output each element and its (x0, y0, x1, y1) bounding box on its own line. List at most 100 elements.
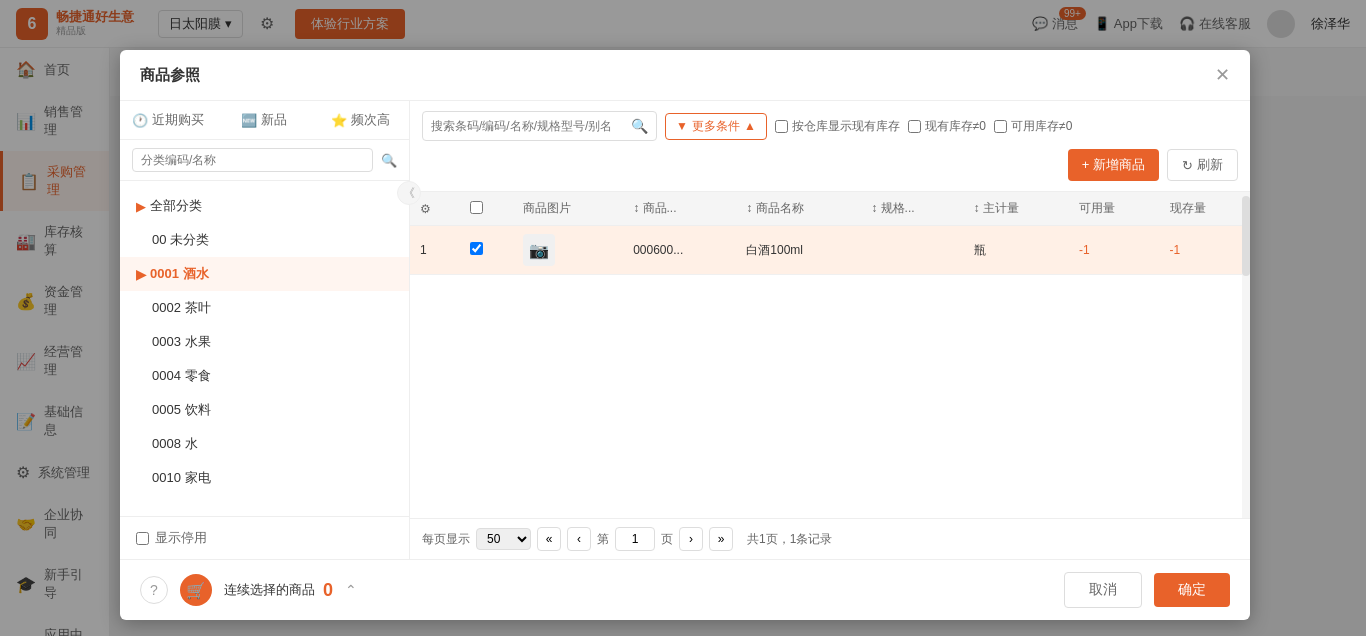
dialog-footer: ? 🛒 连续选择的商品 0 ⌃ 取消 确定 (120, 559, 1250, 620)
filter-icon: ▼ (676, 119, 688, 133)
checkbox-warehouse-input[interactable] (775, 120, 788, 133)
category-water[interactable]: 0008 水 (120, 427, 409, 461)
checkbox-warehouse-label: 按仓库显示现有库存 (792, 118, 900, 135)
category-appliances[interactable]: 0010 家电 (120, 461, 409, 495)
active-expand-icon: ▶ (136, 267, 146, 282)
checkbox-available-ne0-input[interactable] (994, 120, 1007, 133)
tab-frequent[interactable]: ⭐ 频次高 (313, 101, 409, 139)
col-code[interactable]: ↕ 商品... (623, 192, 736, 226)
col-stock-label: 现存量 (1170, 201, 1206, 215)
category-snacks[interactable]: 0004 零食 (120, 359, 409, 393)
col-name-label: 商品名称 (756, 201, 804, 215)
category-uncategorized-label: 00 未分类 (136, 231, 209, 249)
category-all[interactable]: ▶ 全部分类 (120, 189, 409, 223)
pagination: 每页显示 50 10 20 100 « ‹ 第 1 页 › » 共1页，1条记录 (410, 518, 1250, 559)
cart-icon: 🛒 (186, 581, 206, 600)
show-disabled: 显示停用 (120, 516, 409, 559)
page-suffix: 页 (661, 531, 673, 548)
prev-page-button[interactable]: ‹ (567, 527, 591, 551)
row-spec (861, 226, 963, 275)
checkbox-stock-ne0[interactable]: 现有库存≠0 (908, 118, 986, 135)
checkbox-stock-ne0-input[interactable] (908, 120, 921, 133)
scrollbar[interactable] (1242, 192, 1250, 518)
filter-button[interactable]: ▼ 更多条件 ▲ (665, 113, 767, 140)
category-snacks-label: 0004 零食 (136, 367, 211, 385)
show-disabled-label[interactable]: 显示停用 (155, 529, 207, 547)
sort-icon-name: ↕ (746, 201, 752, 215)
close-button[interactable]: ✕ (1215, 64, 1230, 86)
product-image: 📷 (523, 234, 555, 266)
col-unit[interactable]: ↕ 主计量 (964, 192, 1070, 226)
col-stock: 现存量 (1160, 192, 1251, 226)
row-select-checkbox[interactable] (470, 242, 483, 255)
row-image: 📷 (513, 226, 623, 275)
right-panel: 🔍 ▼ 更多条件 ▲ 按仓库显示现有库存 现有库存≠0 可用库存≠0 (410, 101, 1250, 559)
row-name: 白酒100ml (736, 226, 861, 275)
toolbar: 🔍 ▼ 更多条件 ▲ 按仓库显示现有库存 现有库存≠0 可用库存≠0 (410, 101, 1250, 192)
category-uncategorized[interactable]: 00 未分类 (120, 223, 409, 257)
dialog-header: 商品参照 ✕ (120, 50, 1250, 101)
collapse-button[interactable]: 《 (397, 181, 421, 205)
tab-recent-label: 近期购买 (152, 111, 204, 129)
search-button[interactable]: 🔍 (623, 118, 656, 134)
refresh-icon: ↻ (1182, 158, 1193, 173)
category-alcohol[interactable]: ▶ 0001 酒水 (120, 257, 409, 291)
sort-icon-code: ↕ (633, 201, 639, 215)
col-available: 可用量 (1069, 192, 1159, 226)
settings-icon[interactable]: ⚙ (420, 202, 431, 216)
confirm-button[interactable]: 确定 (1154, 573, 1230, 607)
help-button[interactable]: ? (140, 576, 168, 604)
last-page-button[interactable]: » (709, 527, 733, 551)
checkbox-warehouse[interactable]: 按仓库显示现有库存 (775, 118, 900, 135)
clock-icon: 🕐 (132, 113, 148, 128)
continuous-select-info: 连续选择的商品 0 (224, 580, 333, 601)
table-wrap: ⚙ 商品图片 ↕ 商品... ↕ 商品名称 (410, 192, 1250, 518)
category-drinks[interactable]: 0005 饮料 (120, 393, 409, 427)
col-spec[interactable]: ↕ 规格... (861, 192, 963, 226)
tab-frequent-label: 频次高 (351, 111, 390, 129)
tab-recent[interactable]: 🕐 近期购买 (120, 101, 216, 139)
left-panel: 🕐 近期购买 🆕 新品 ⭐ 频次高 🔍 《 (120, 101, 410, 559)
cancel-button[interactable]: 取消 (1064, 572, 1142, 608)
cart-button[interactable]: 🛒 (180, 574, 212, 606)
page-label: 第 (597, 531, 609, 548)
add-product-button[interactable]: + 新增商品 (1068, 149, 1159, 181)
dialog: 商品参照 ✕ 🕐 近期购买 🆕 新品 ⭐ 频次高 (120, 50, 1250, 620)
tab-new[interactable]: 🆕 新品 (216, 101, 312, 139)
page-input[interactable]: 1 (615, 527, 655, 551)
search-icon[interactable]: 🔍 (381, 153, 397, 168)
category-alcohol-label: 0001 酒水 (150, 265, 209, 283)
col-unit-label: 主计量 (983, 201, 1019, 215)
dialog-title: 商品参照 (140, 66, 200, 85)
show-disabled-checkbox[interactable] (136, 532, 149, 545)
checkbox-available-ne0[interactable]: 可用库存≠0 (994, 118, 1072, 135)
first-page-button[interactable]: « (537, 527, 561, 551)
page-size-label: 每页显示 (422, 531, 470, 548)
category-search: 🔍 (120, 140, 409, 181)
table-row[interactable]: 1 📷 000600... 白酒100ml 瓶 -1 (410, 226, 1250, 275)
next-page-button[interactable]: › (679, 527, 703, 551)
filter-up-icon: ▲ (744, 119, 756, 133)
sort-icon-unit: ↕ (974, 201, 980, 215)
category-fruit[interactable]: 0003 水果 (120, 325, 409, 359)
category-search-input[interactable] (132, 148, 373, 172)
col-name[interactable]: ↕ 商品名称 (736, 192, 861, 226)
refresh-button[interactable]: ↻ 刷新 (1167, 149, 1238, 181)
row-available: -1 (1069, 226, 1159, 275)
new-icon: 🆕 (241, 113, 257, 128)
category-tea-label: 0002 茶叶 (136, 299, 211, 317)
category-tea[interactable]: 0002 茶叶 (120, 291, 409, 325)
col-code-label: 商品... (643, 201, 677, 215)
star-icon: ⭐ (331, 113, 347, 128)
select-all-checkbox[interactable] (470, 201, 483, 214)
filter-label: 更多条件 (692, 118, 740, 135)
col-image: 商品图片 (513, 192, 623, 226)
page-size-select[interactable]: 50 10 20 100 (476, 528, 531, 550)
search-input[interactable] (423, 119, 623, 133)
quick-tabs: 🕐 近期购买 🆕 新品 ⭐ 频次高 (120, 101, 409, 140)
row-unit: 瓶 (964, 226, 1070, 275)
checkbox-stock-ne0-label: 现有库存≠0 (925, 118, 986, 135)
search-box: 🔍 (422, 111, 657, 141)
tab-new-label: 新品 (261, 111, 287, 129)
collapse-footer-button[interactable]: ⌃ (345, 582, 357, 598)
